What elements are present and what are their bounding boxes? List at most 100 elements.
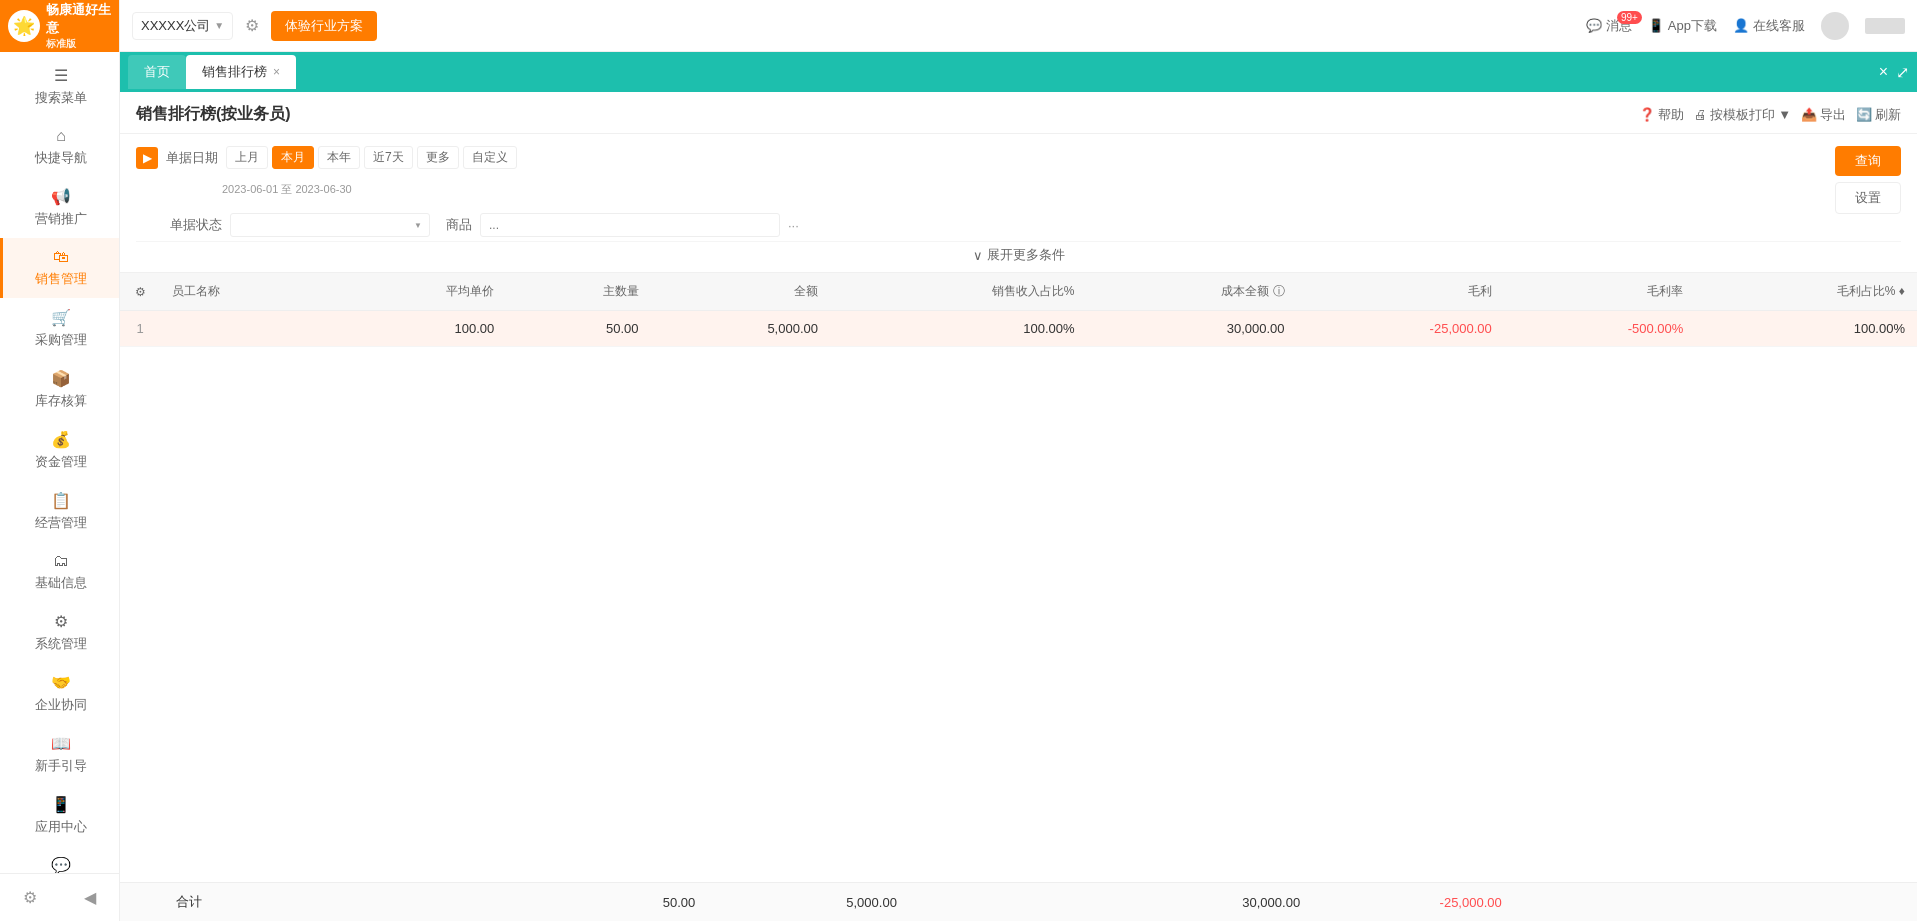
refresh-btn[interactable]: 🔄 刷新: [1856, 106, 1901, 124]
col-rank: ⚙: [120, 273, 160, 311]
topbar: XXXXX公司 ▼ ⚙ 体验行业方案 💬 消息 99+ 📱 App下载 👤 在线…: [120, 0, 1917, 52]
cell-rank: 1: [120, 311, 160, 347]
col-gross-rate: 毛利率: [1504, 273, 1696, 311]
chevron-down-icon: ▼: [214, 20, 224, 31]
tab-home[interactable]: 首页: [128, 55, 186, 89]
message-btn[interactable]: 💬 消息 99+: [1586, 17, 1632, 35]
main-content: XXXXX公司 ▼ ⚙ 体验行业方案 💬 消息 99+ 📱 App下载 👤 在线…: [120, 0, 1917, 921]
goods-input[interactable]: [480, 213, 780, 237]
sidebar-item-operations[interactable]: 📋 经营管理: [0, 481, 119, 542]
logo-icon: 🌟: [8, 10, 40, 42]
last-7-days-btn[interactable]: 近7天: [364, 146, 413, 169]
col-gross-pct: 毛利占比% ♦: [1695, 273, 1917, 311]
sidebar-item-base-info[interactable]: 🗂 基础信息: [0, 542, 119, 602]
tabbar: 首页 销售排行榜 × × ⤢: [120, 52, 1917, 92]
sidebar-item-app-center[interactable]: 📱 应用中心: [0, 785, 119, 846]
last-month-btn[interactable]: 上月: [226, 146, 268, 169]
system-icon: ⚙: [54, 612, 68, 631]
cell-avg-price: 100.00: [333, 311, 506, 347]
sidebar-settings-btn[interactable]: ⚙: [19, 884, 41, 911]
expand-chevron-icon: ∨: [973, 248, 983, 263]
industry-btn[interactable]: 体验行业方案: [271, 11, 377, 41]
this-month-btn[interactable]: 本月: [272, 146, 314, 169]
sidebar-item-sales[interactable]: 🛍 销售管理: [0, 238, 119, 298]
sidebar-item-marketing[interactable]: 📢 营销推广: [0, 177, 119, 238]
topbar-right: 💬 消息 99+ 📱 App下载 👤 在线客服: [1586, 12, 1905, 40]
this-year-btn[interactable]: 本年: [318, 146, 360, 169]
company-name: XXXXX公司: [141, 17, 210, 35]
wechat-icon: 💬: [51, 856, 71, 873]
sidebar-collapse-btn[interactable]: ◀: [80, 884, 100, 911]
user-avatar[interactable]: [1821, 12, 1849, 40]
export-btn[interactable]: 📤 导出: [1801, 106, 1846, 124]
cell-gross: -25,000.00: [1297, 311, 1504, 347]
app-logo: 🌟 畅康通好生意 标准版: [0, 0, 119, 52]
base-info-icon: 🗂: [53, 552, 69, 570]
query-btn[interactable]: 查询: [1835, 146, 1901, 176]
print-chevron-icon: ▼: [1778, 107, 1791, 122]
status-select[interactable]: [230, 213, 430, 237]
finance-icon: 💰: [51, 430, 71, 449]
page-content: 销售排行榜(按业务员) ❓ 帮助 🖨 按模板打印 ▼ 📤 导出 🔄 刷新: [120, 92, 1917, 921]
sidebar-nav: ☰ 搜索菜单 ⌂ 快捷导航 📢 营销推广 🛍 销售管理 🛒 采购管理 📦 库存核…: [0, 52, 119, 873]
tab-sales-ranking[interactable]: 销售排行榜 ×: [186, 55, 296, 89]
help-btn[interactable]: ❓ 帮助: [1639, 106, 1684, 124]
sidebar-item-inventory[interactable]: 📦 库存核算: [0, 359, 119, 420]
filter-toggle[interactable]: ▶: [136, 147, 158, 169]
tab-close-icon[interactable]: ×: [273, 65, 280, 79]
footer-gross: -25,000.00: [1300, 895, 1502, 910]
help-icon: ❓: [1639, 107, 1655, 122]
app-download-btn[interactable]: 📱 App下载: [1648, 17, 1717, 35]
custom-btn[interactable]: 自定义: [463, 146, 517, 169]
settings-btn[interactable]: 设置: [1835, 182, 1901, 214]
cell-cost: 30,000.00: [1087, 311, 1297, 347]
table-row: 1 100.00 50.00 5,000.00 100.00% 30,000.0…: [120, 311, 1917, 347]
template-print-btn[interactable]: 🖨 按模板打印 ▼: [1694, 106, 1791, 124]
status-select-wrapper: [230, 213, 430, 237]
more-btn[interactable]: 更多: [417, 146, 459, 169]
fullscreen-icon[interactable]: ⤢: [1896, 63, 1909, 82]
export-icon: 📤: [1801, 107, 1817, 122]
app-center-icon: 📱: [51, 795, 71, 814]
sidebar-item-system[interactable]: ⚙ 系统管理: [0, 602, 119, 663]
company-selector[interactable]: XXXXX公司 ▼: [132, 12, 233, 40]
cell-amount: 5,000.00: [651, 311, 830, 347]
goods-more-icon[interactable]: ···: [788, 218, 799, 233]
download-icon: 📱: [1648, 18, 1664, 33]
logo-text: 畅康通好生意 标准版: [46, 1, 111, 51]
table-header-row: ⚙ 员工名称 平均单价 主数量 全额 销售收入占比% 成本全额 ⓘ 毛利 毛利率…: [120, 273, 1917, 311]
sidebar-item-quick-nav[interactable]: ⌂ 快捷导航: [0, 117, 119, 177]
cell-sales-pct: 100.00%: [830, 311, 1087, 347]
topbar-gear-icon[interactable]: ⚙: [241, 12, 263, 39]
sidebar-item-search-order[interactable]: ☰ 搜索菜单: [0, 56, 119, 117]
table-wrapper: ⚙ 员工名称 平均单价 主数量 全额 销售收入占比% 成本全额 ⓘ 毛利 毛利率…: [120, 273, 1917, 882]
col-name: 员工名称: [160, 273, 333, 311]
inventory-icon: 📦: [51, 369, 71, 388]
col-cost: 成本全额 ⓘ: [1087, 273, 1297, 311]
quick-nav-icon: ⌂: [56, 127, 66, 145]
enterprise-icon: 🤝: [51, 673, 71, 692]
date-range: 2023-06-01 至 2023-06-30: [222, 183, 352, 195]
filter-area: ▶ 单据日期 上月 本月 本年 近7天 更多 自定义 2023-06-01 至 …: [120, 134, 1917, 273]
goods-label: 商品: [446, 216, 472, 234]
operations-icon: 📋: [51, 491, 71, 510]
close-window-icon[interactable]: ×: [1879, 63, 1888, 82]
col-amount: 全额: [651, 273, 830, 311]
user-name: [1865, 18, 1905, 34]
footer-amount: 5,000.00: [695, 895, 897, 910]
sidebar-item-beginner[interactable]: 📖 新手引导: [0, 724, 119, 785]
cell-gross-pct: 100.00%: [1695, 311, 1917, 347]
tab-home-label: 首页: [144, 63, 170, 81]
tabbar-right: × ⤢: [1879, 63, 1909, 82]
table-footer: 合计 50.00 5,000.00 30,000.00 -25,000.00: [120, 882, 1917, 921]
col-sales-pct: 销售收入占比%: [830, 273, 1087, 311]
sidebar-item-enterprise[interactable]: 🤝 企业协同: [0, 663, 119, 724]
page-title: 销售排行榜(按业务员): [136, 104, 291, 125]
beginner-icon: 📖: [51, 734, 71, 753]
sidebar-item-wechat[interactable]: 💬 企业微信: [0, 846, 119, 873]
sidebar-item-purchase[interactable]: 🛒 采购管理: [0, 298, 119, 359]
online-service-btn[interactable]: 👤 在线客服: [1733, 17, 1805, 35]
col-gross: 毛利: [1297, 273, 1504, 311]
sidebar-item-finance[interactable]: 💰 资金管理: [0, 420, 119, 481]
expand-more-btn[interactable]: ∨ 展开更多条件: [136, 241, 1901, 268]
